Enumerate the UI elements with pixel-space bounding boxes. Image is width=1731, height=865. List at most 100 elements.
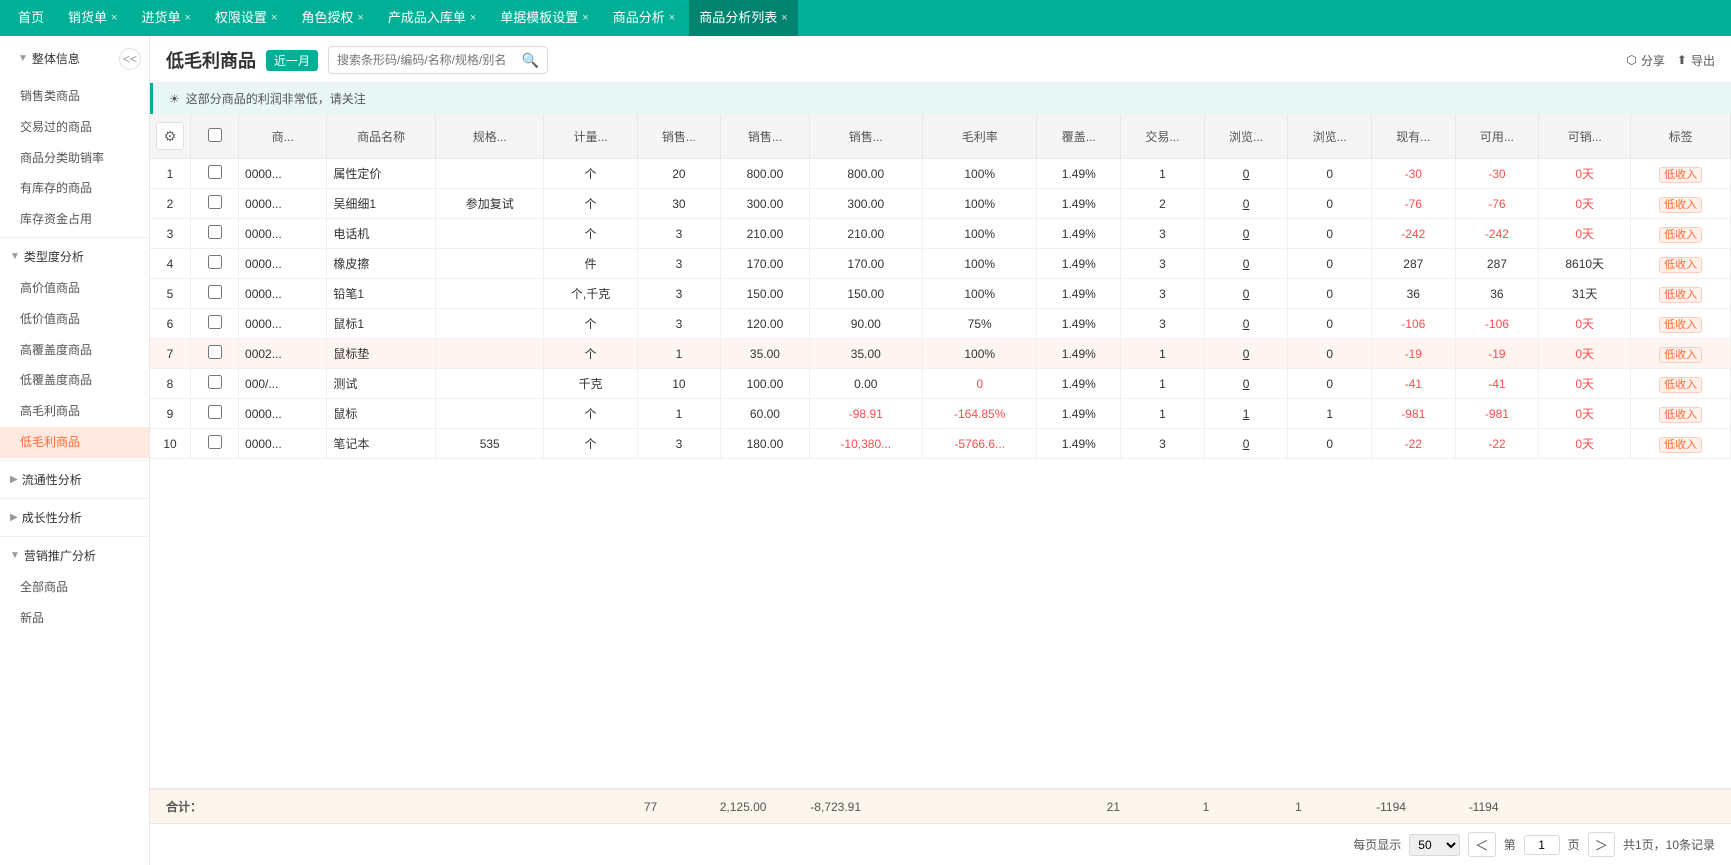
cell-name: 吴细细1 <box>327 189 436 219</box>
nav-close-product-analysis-list[interactable]: × <box>781 0 787 36</box>
cell-checkbox[interactable] <box>191 249 239 279</box>
nav-item-permissions[interactable]: 权限设置 × <box>205 0 287 36</box>
cell-checkbox[interactable] <box>191 339 239 369</box>
sidebar-item-in-stock-goods[interactable]: 有库存的商品 <box>0 173 149 204</box>
col-tag[interactable]: 标签 <box>1631 114 1731 159</box>
sidebar-group-growth-label: 成长性分析 <box>22 509 82 526</box>
col-gear[interactable]: ⚙ <box>150 114 191 159</box>
nav-item-product-analysis-list[interactable]: 商品分析列表 × <box>689 0 797 36</box>
sidebar-item-high-coverage[interactable]: 高覆盖度商品 <box>0 335 149 366</box>
nav-item-product-entry[interactable]: 产成品入库单 × <box>378 0 486 36</box>
col-sale-qty[interactable]: 销售... <box>637 114 721 159</box>
cell-tag: 低收入 <box>1631 219 1731 249</box>
col-current-stock[interactable]: 现有... <box>1371 114 1455 159</box>
row-checkbox[interactable] <box>208 195 222 209</box>
row-checkbox[interactable] <box>208 435 222 449</box>
nav-close-product-entry[interactable]: × <box>470 0 476 36</box>
cell-checkbox[interactable] <box>191 369 239 399</box>
cell-checkbox[interactable] <box>191 219 239 249</box>
cell-row-no: 2 <box>150 189 191 219</box>
sidebar-group-type-analysis[interactable]: ▼ 类型度分析 <box>0 240 149 273</box>
sidebar-item-high-value[interactable]: 高价值商品 <box>0 273 149 304</box>
nav-close-permissions[interactable]: × <box>271 0 277 36</box>
row-checkbox[interactable] <box>208 225 222 239</box>
row-checkbox[interactable] <box>208 285 222 299</box>
row-checkbox[interactable] <box>208 345 222 359</box>
sidebar-group-overall[interactable]: ▼ 整体信息 <box>8 42 90 75</box>
cell-checkbox[interactable] <box>191 159 239 189</box>
row-checkbox[interactable] <box>208 165 222 179</box>
cell-checkbox[interactable] <box>191 189 239 219</box>
export-button[interactable]: ⬆ 导出 <box>1677 52 1715 69</box>
cell-current-stock: -22 <box>1371 429 1455 459</box>
col-sale-profit[interactable]: 销售... <box>809 114 922 159</box>
nav-item-product-analysis[interactable]: 商品分析 × <box>603 0 685 36</box>
col-saleable-stock[interactable]: 可销... <box>1539 114 1631 159</box>
table-row: 2 0000... 吴细细1 参加复试 个 30 300.00 300.00 1… <box>150 189 1731 219</box>
cell-sale-amount: 100.00 <box>721 369 809 399</box>
nav-close-sales[interactable]: × <box>111 0 117 36</box>
cell-spec <box>435 219 544 249</box>
col-avail-stock[interactable]: 可用... <box>1455 114 1539 159</box>
sidebar-item-low-margin[interactable]: 低毛利商品 <box>0 427 149 458</box>
nav-item-home[interactable]: 首页 <box>8 0 54 36</box>
col-browse1[interactable]: 浏览... <box>1204 114 1288 159</box>
sidebar-item-sales-goods[interactable]: 销售类商品 <box>0 81 149 112</box>
sidebar-item-new-goods[interactable]: 新品 <box>0 603 149 634</box>
search-input[interactable] <box>337 53 522 67</box>
cell-sale-profit: -98.91 <box>809 399 922 429</box>
cell-checkbox[interactable] <box>191 279 239 309</box>
row-checkbox[interactable] <box>208 405 222 419</box>
table-row: 5 0000... 铅笔1 个,千克 3 150.00 150.00 100% … <box>150 279 1731 309</box>
nav-close-template[interactable]: × <box>582 0 588 36</box>
col-checkbox[interactable] <box>191 114 239 159</box>
nav-item-purchase[interactable]: 进货单 × <box>131 0 200 36</box>
share-button[interactable]: ⬡ 分享 <box>1626 52 1665 69</box>
nav-item-sales[interactable]: 销货单 × <box>58 0 127 36</box>
nav-close-purchase[interactable]: × <box>184 0 190 36</box>
cell-trade-count: 1 <box>1121 159 1205 189</box>
cell-sale-profit: 300.00 <box>809 189 922 219</box>
row-checkbox[interactable] <box>208 375 222 389</box>
filter-tag-month[interactable]: 近一月 <box>266 50 318 71</box>
col-unit[interactable]: 计量... <box>544 114 637 159</box>
col-spec[interactable]: 规格... <box>435 114 544 159</box>
sidebar-item-stock-capital[interactable]: 库存资金占用 <box>0 204 149 235</box>
per-page-select[interactable]: 50 20 100 <box>1409 834 1460 856</box>
sidebar-item-category-sales-rate[interactable]: 商品分类助销率 <box>0 143 149 174</box>
col-sale-amount[interactable]: 销售... <box>721 114 809 159</box>
nav-item-template[interactable]: 单据模板设置 × <box>490 0 598 36</box>
row-checkbox[interactable] <box>208 255 222 269</box>
col-browse2[interactable]: 浏览... <box>1288 114 1372 159</box>
sidebar-item-low-coverage[interactable]: 低覆盖度商品 <box>0 365 149 396</box>
cell-checkbox[interactable] <box>191 399 239 429</box>
row-checkbox[interactable] <box>208 315 222 329</box>
footer-sale-profit: -8,723.91 <box>789 800 882 814</box>
col-gross-rate[interactable]: 毛利率 <box>922 114 1037 159</box>
col-code[interactable]: 商... <box>239 114 327 159</box>
col-cover-rate[interactable]: 覆盖... <box>1037 114 1121 159</box>
cell-unit: 个 <box>544 159 637 189</box>
sidebar-group-growth[interactable]: ▶ 成长性分析 <box>0 501 149 534</box>
col-name[interactable]: 商品名称 <box>327 114 436 159</box>
nav-item-roles[interactable]: 角色授权 × <box>291 0 373 36</box>
nav-close-product-analysis[interactable]: × <box>669 0 675 36</box>
nav-close-roles[interactable]: × <box>357 0 363 36</box>
search-icon[interactable]: 🔍 <box>522 52 539 69</box>
sidebar-item-all-goods[interactable]: 全部商品 <box>0 572 149 603</box>
cell-checkbox[interactable] <box>191 429 239 459</box>
page-number-input[interactable] <box>1524 835 1560 855</box>
sidebar-group-marketing[interactable]: ▼ 营销推广分析 <box>0 539 149 572</box>
sidebar-item-high-margin[interactable]: 高毛利商品 <box>0 396 149 427</box>
prev-page-button[interactable]: ＜ <box>1468 832 1495 857</box>
sidebar-group-circulation[interactable]: ▶ 流通性分析 <box>0 463 149 496</box>
next-page-button[interactable]: ＞ <box>1588 832 1615 857</box>
select-all-checkbox[interactable] <box>208 128 222 142</box>
sidebar-item-traded-goods[interactable]: 交易过的商品 <box>0 112 149 143</box>
sidebar-collapse-button[interactable]: << <box>119 48 141 70</box>
cell-checkbox[interactable] <box>191 309 239 339</box>
gear-button[interactable]: ⚙ <box>156 122 184 150</box>
footer-cells: 77 2,125.00 -8,723.91 21 1 1 -1194 -1194 <box>226 800 1715 814</box>
sidebar-item-low-value[interactable]: 低价值商品 <box>0 304 149 335</box>
col-trade-count[interactable]: 交易... <box>1121 114 1205 159</box>
